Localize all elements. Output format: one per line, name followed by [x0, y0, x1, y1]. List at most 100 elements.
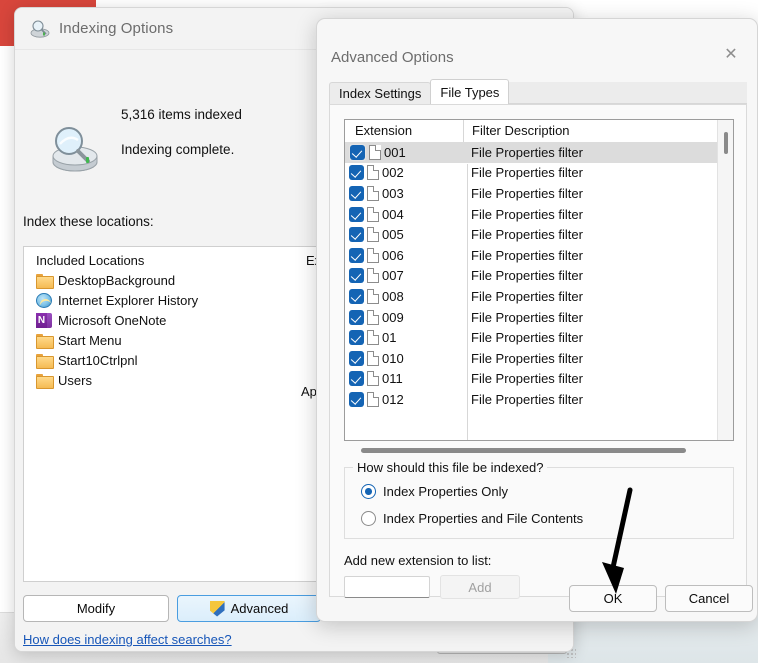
table-row[interactable]: 009 File Properties filter: [345, 307, 733, 328]
extension-label: 005: [382, 227, 404, 243]
indexing-status-text: Indexing complete.: [121, 142, 235, 157]
column-extension: Extension: [355, 123, 413, 138]
radio-selected-icon[interactable]: [361, 484, 376, 499]
indexing-search-icon: [29, 18, 51, 40]
checkbox-checked-icon[interactable]: [349, 268, 364, 284]
link-how-does-indexing-affect-searches[interactable]: How does indexing affect searches?: [23, 632, 232, 647]
extension-label: 012: [382, 391, 404, 407]
location-name: Users: [58, 372, 92, 388]
checkbox-checked-icon[interactable]: [349, 391, 364, 407]
extension-label: 003: [382, 185, 404, 201]
radio-unselected-icon[interactable]: [361, 511, 376, 526]
file-types-tab-panel: Extension Filter Description 001 File Pr…: [329, 105, 747, 599]
tab-file-types[interactable]: File Types: [430, 79, 510, 104]
how-indexed-group: How should this file be indexed? Index P…: [344, 460, 734, 539]
file-icon: [367, 371, 379, 387]
checkbox-checked-icon[interactable]: [349, 371, 364, 387]
table-row[interactable]: 005 File Properties filter: [345, 224, 733, 245]
extension-label: 010: [382, 350, 404, 366]
radio-label: Index Properties and File Contents: [383, 511, 584, 526]
internet-explorer-icon: [36, 292, 52, 308]
advanced-options-title: Advanced Options: [331, 49, 454, 66]
checkbox-checked-icon[interactable]: [349, 247, 364, 263]
location-name: Start10Ctrlpnl: [58, 352, 138, 368]
checkbox-checked-icon[interactable]: [349, 288, 364, 304]
column-filter-description: Filter Description: [463, 120, 733, 142]
table-row[interactable]: 001 File Properties filter: [345, 142, 733, 163]
advanced-button[interactable]: Advanced: [177, 595, 321, 622]
add-extension-input[interactable]: [344, 576, 430, 598]
advanced-button-label: Advanced: [230, 601, 289, 616]
radio-index-properties-and-file-contents[interactable]: Index Properties and File Contents: [361, 511, 583, 526]
extension-label: 009: [382, 309, 404, 325]
location-name: Start Menu: [58, 332, 122, 348]
checkbox-checked-icon[interactable]: [349, 309, 364, 325]
checkbox-checked-icon[interactable]: [349, 185, 364, 201]
ok-button[interactable]: OK: [569, 585, 657, 612]
file-icon: [367, 268, 379, 284]
file-icon: [367, 185, 379, 201]
add-extension-label: Add new extension to list:: [344, 553, 492, 568]
file-types-listbox[interactable]: Extension Filter Description 001 File Pr…: [344, 119, 734, 441]
checkbox-checked-icon[interactable]: [349, 165, 364, 181]
table-row[interactable]: 011 File Properties filter: [345, 369, 733, 390]
table-row[interactable]: 002 File Properties filter: [345, 163, 733, 184]
filter-description: File Properties filter: [471, 350, 583, 366]
file-icon: [367, 350, 379, 366]
uac-shield-icon: [210, 601, 225, 617]
horizontal-scrollbar-thumb[interactable]: [361, 448, 686, 453]
extension-label: 008: [382, 288, 404, 304]
drive-search-icon: [45, 122, 103, 178]
column-separator: [467, 164, 468, 440]
file-icon: [367, 206, 379, 222]
folder-icon: [36, 273, 54, 289]
table-row[interactable]: 007 File Properties filter: [345, 266, 733, 287]
location-name: Microsoft OneNote: [58, 312, 167, 328]
checkbox-checked-icon[interactable]: [349, 227, 364, 243]
filter-description: File Properties filter: [471, 144, 583, 160]
folder-icon: [36, 353, 54, 369]
screen-root: Close Indexing Options ✕: [0, 0, 758, 663]
tab-index-settings[interactable]: Index Settings: [329, 82, 432, 104]
checkbox-checked-icon[interactable]: [349, 350, 364, 366]
extension-label: 006: [382, 247, 404, 263]
extension-label: 007: [382, 268, 404, 284]
close-icon[interactable]: ✕: [711, 37, 751, 71]
checkbox-checked-icon[interactable]: [349, 206, 364, 222]
radio-index-properties-only[interactable]: Index Properties Only: [361, 484, 508, 499]
checkbox-checked-icon[interactable]: [350, 144, 365, 160]
table-row[interactable]: 003 File Properties filter: [345, 183, 733, 204]
filter-description: File Properties filter: [471, 330, 583, 346]
checkbox-checked-icon[interactable]: [349, 330, 364, 346]
file-icon: [367, 330, 379, 346]
advanced-options-dialog: Advanced Options ✕ Index Settings File T…: [316, 18, 758, 622]
cancel-button[interactable]: Cancel: [665, 585, 753, 612]
location-name: Internet Explorer History: [58, 292, 199, 308]
table-row[interactable]: 008 File Properties filter: [345, 286, 733, 307]
vertical-scrollbar-thumb[interactable]: [724, 132, 728, 154]
extension-label: 004: [382, 206, 404, 222]
table-row[interactable]: 006 File Properties filter: [345, 245, 733, 266]
onenote-icon: N: [36, 312, 52, 328]
add-button[interactable]: Add: [440, 575, 520, 599]
folder-icon: [36, 333, 54, 349]
file-types-header-row: Extension Filter Description: [345, 120, 733, 142]
clipped-appdata-text: Ap: [301, 384, 317, 399]
horizontal-scrollbar[interactable]: [344, 444, 734, 458]
extension-label: 001: [384, 144, 406, 160]
filter-description: File Properties filter: [471, 371, 583, 387]
filter-description: File Properties filter: [471, 391, 583, 407]
filter-description: File Properties filter: [471, 288, 583, 304]
modify-button[interactable]: Modify: [23, 595, 169, 622]
table-row[interactable]: 01 File Properties filter: [345, 327, 733, 348]
table-row[interactable]: 010 File Properties filter: [345, 348, 733, 369]
filter-description: File Properties filter: [471, 309, 583, 325]
indexing-options-title: Indexing Options: [59, 20, 174, 37]
vertical-scrollbar[interactable]: [717, 120, 733, 440]
column-included-locations: Included Locations: [36, 253, 145, 268]
filter-description: File Properties filter: [471, 206, 583, 222]
file-icon: [367, 247, 379, 263]
table-row[interactable]: 012 File Properties filter: [345, 389, 733, 410]
table-row[interactable]: 004 File Properties filter: [345, 204, 733, 225]
index-locations-label: Index these locations:: [23, 214, 154, 229]
